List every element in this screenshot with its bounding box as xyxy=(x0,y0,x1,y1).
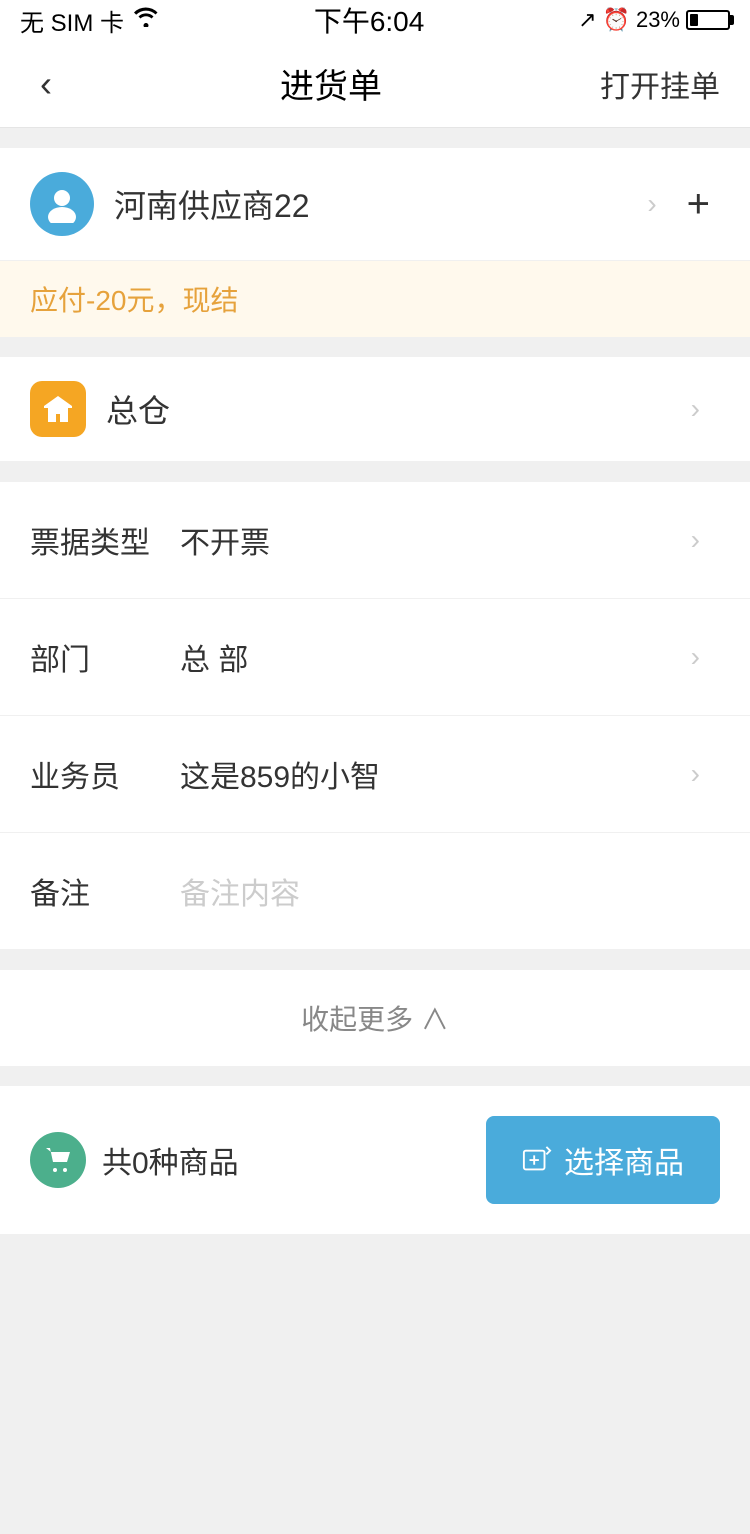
invoice-type-label: 票据类型 xyxy=(30,518,150,562)
warehouse-chevron-icon: › xyxy=(691,393,700,425)
form-section: 票据类型 不开票 › 部门 总 部 › 业务员 这是859的小智 › 备注 备注… xyxy=(0,482,750,949)
battery-icon xyxy=(686,10,730,30)
warehouse-icon xyxy=(30,381,86,437)
select-product-button[interactable]: 选择商品 xyxy=(486,1116,720,1204)
sales-rep-chevron-icon: › xyxy=(691,758,700,790)
supplier-notice: 应付-20元，现结 xyxy=(0,261,750,337)
wifi-icon xyxy=(132,6,160,34)
page-title: 进货单 xyxy=(280,59,382,108)
supplier-section: 河南供应商22 › + 应付-20元，现结 xyxy=(0,148,750,337)
collapse-row[interactable]: 收起更多 ∧ xyxy=(0,969,750,1066)
collapse-label: 收起更多 ∧ xyxy=(301,998,449,1038)
supplier-row[interactable]: 河南供应商22 › + xyxy=(0,148,750,261)
supplier-chevron-icon: › xyxy=(647,188,656,220)
sales-rep-value: 这是859的小智 xyxy=(180,752,691,796)
status-bar: 无 SIM 卡 下午6:04 ↗ ⏰ 23% xyxy=(0,0,750,40)
section-divider-1 xyxy=(0,128,750,148)
department-row[interactable]: 部门 总 部 › xyxy=(0,599,750,716)
select-product-icon xyxy=(522,1145,552,1175)
department-value: 总 部 xyxy=(180,635,691,679)
add-supplier-button[interactable]: + xyxy=(677,182,720,227)
invoice-type-chevron-icon: › xyxy=(691,524,700,556)
bottom-product-section: 共0种商品 选择商品 xyxy=(0,1086,750,1234)
supplier-avatar xyxy=(30,172,94,236)
alarm-icon: ⏰ xyxy=(603,7,630,33)
department-label: 部门 xyxy=(30,635,150,679)
remark-row[interactable]: 备注 备注内容 xyxy=(0,833,750,949)
product-count-text: 共0种商品 xyxy=(102,1138,239,1182)
back-button[interactable]: ‹ xyxy=(30,53,62,115)
warehouse-row[interactable]: 总仓 › xyxy=(0,357,750,461)
invoice-type-row[interactable]: 票据类型 不开票 › xyxy=(0,482,750,599)
department-chevron-icon: › xyxy=(691,641,700,673)
remark-placeholder: 备注内容 xyxy=(180,869,720,913)
sales-rep-label: 业务员 xyxy=(30,752,150,796)
nav-bar: ‹ 进货单 打开挂单 xyxy=(0,40,750,128)
status-right: ↗ ⏰ 23% xyxy=(578,7,730,33)
warehouse-name: 总仓 xyxy=(106,386,691,432)
status-time: 下午6:04 xyxy=(314,0,425,40)
home-icon xyxy=(41,392,75,426)
location-icon: ↗ xyxy=(578,7,596,33)
sales-rep-row[interactable]: 业务员 这是859的小智 › xyxy=(0,716,750,833)
product-count-area: 共0种商品 xyxy=(30,1132,239,1188)
open-pending-button[interactable]: 打开挂单 xyxy=(600,62,720,106)
warehouse-section: 总仓 › xyxy=(0,357,750,462)
select-product-label: 选择商品 xyxy=(564,1138,684,1182)
person-icon xyxy=(43,185,81,223)
sim-signal: 无 SIM 卡 xyxy=(20,3,124,38)
battery-percent: 23% xyxy=(636,7,680,33)
product-icon xyxy=(30,1132,86,1188)
invoice-type-value: 不开票 xyxy=(180,518,691,562)
cart-icon xyxy=(42,1144,74,1176)
supplier-name: 河南供应商22 xyxy=(114,181,647,227)
remark-label: 备注 xyxy=(30,869,150,913)
page-background xyxy=(0,1234,750,1534)
status-left: 无 SIM 卡 xyxy=(20,3,160,38)
